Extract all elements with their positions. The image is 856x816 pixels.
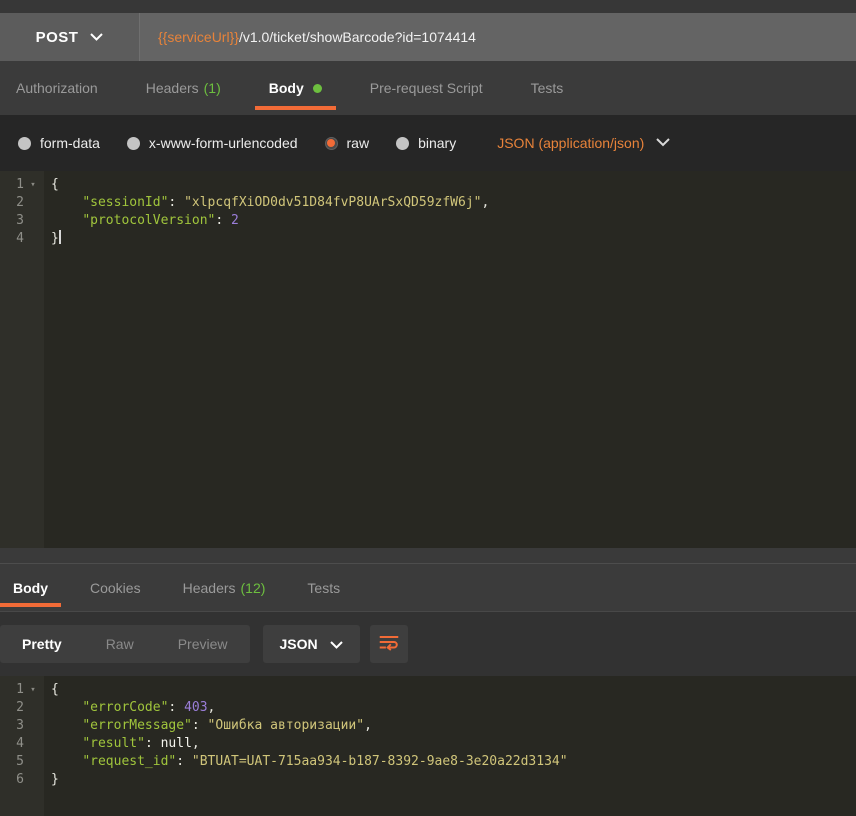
fold-gutter (24, 735, 42, 753)
tab-pre-request-script[interactable]: Pre-request Script (356, 61, 497, 115)
radio-raw[interactable]: raw (324, 135, 370, 151)
line-number: 3 (16, 718, 24, 733)
top-strip (0, 0, 856, 13)
fold-gutter (24, 230, 42, 248)
radio-selected-icon (324, 136, 338, 150)
line-number: 5 (16, 754, 24, 769)
tab-count: (1) (203, 80, 221, 96)
radio-label: raw (346, 135, 370, 151)
tab-body[interactable]: Body (254, 61, 336, 115)
method-select[interactable]: POST (0, 13, 140, 61)
method-label: POST (35, 28, 79, 46)
tab-label: Headers (145, 80, 199, 96)
response-tab-tests[interactable]: Tests (294, 564, 353, 611)
pane-resize-handle[interactable] (0, 548, 856, 564)
body-filled-dot-icon (312, 83, 322, 93)
tab-label: Headers (182, 579, 236, 596)
chevron-down-icon (656, 134, 670, 152)
radio-binary[interactable]: binary (396, 135, 456, 151)
content-type-select[interactable]: JSON (application/json) (497, 134, 670, 152)
fold-gutter (24, 753, 42, 771)
line-number: 1 (16, 682, 24, 697)
mode-preview-button[interactable]: Preview (156, 625, 250, 663)
tab-label: Pre-request Script (369, 80, 483, 96)
fold-gutter (24, 212, 42, 230)
radio-icon (126, 136, 140, 150)
radio-icon (18, 136, 31, 150)
line-number: 2 (16, 195, 24, 210)
tab-label: Body (13, 579, 48, 596)
tab-authorization[interactable]: Authorization (2, 61, 112, 115)
line-number: 3 (16, 213, 24, 228)
word-wrap-button[interactable] (369, 625, 408, 663)
request-url-bar: POST {{serviceUrl}}/v1.0/ticket/showBarc… (0, 13, 856, 61)
response-tabs: Body Cookies Headers (12) Tests (0, 564, 856, 612)
code-line: 5 "request_id": "BTUAT=UAT-715aa934-b187… (0, 753, 856, 771)
tab-count: (12) (240, 579, 266, 596)
code-line: 4 "result": null, (0, 735, 856, 753)
radio-label: binary (418, 135, 457, 151)
postman-window: POST {{serviceUrl}}/v1.0/ticket/showBarc… (0, 0, 856, 816)
line-number: 2 (16, 700, 24, 715)
radio-label: form-data (40, 135, 100, 151)
response-tab-headers[interactable]: Headers (12) (170, 564, 279, 611)
line-number: 1 (16, 177, 24, 192)
response-toolbar: Pretty Raw Preview JSON (0, 612, 856, 676)
radio-icon (396, 136, 410, 150)
word-wrap-icon (378, 631, 400, 658)
code-line: 6} (0, 771, 856, 789)
body-type-row: form-data x-www-form-urlencoded raw bina… (0, 115, 856, 171)
line-number: 4 (16, 231, 24, 246)
request-tabs: Authorization Headers (1) Body Pre-reque… (0, 61, 856, 115)
code-line: 2 "sessionId": "xlpcqfXiOD0dv51D84fvP8UA… (0, 194, 856, 212)
response-tab-cookies[interactable]: Cookies (77, 564, 154, 611)
request-body-editor[interactable]: 1 ▾{2 "sessionId": "xlpcqfXiOD0dv51D84fvP… (0, 171, 856, 548)
line-number: 4 (16, 736, 24, 751)
code-line: 3 "errorMessage": "Ошибка авторизации", (0, 717, 856, 735)
url-variable: {{serviceUrl}} (158, 29, 239, 45)
mode-raw-button[interactable]: Raw (84, 625, 156, 663)
tab-headers[interactable]: Headers (1) (132, 61, 235, 115)
tab-label: Authorization (16, 80, 98, 96)
radio-form-data[interactable]: form-data (18, 135, 100, 151)
content-type-label: JSON (application/json) (497, 135, 645, 151)
url-input[interactable]: {{serviceUrl}}/v1.0/ticket/showBarcode?i… (140, 13, 856, 61)
fold-gutter (24, 194, 42, 212)
fold-gutter (24, 771, 42, 789)
chevron-down-icon (329, 636, 343, 652)
format-select[interactable]: JSON (262, 625, 360, 663)
response-body-editor[interactable]: 1 ▾{2 "errorCode": 403, 3 "errorMessage": … (0, 676, 856, 816)
code-line: 2 "errorCode": 403, (0, 699, 856, 717)
line-number: 6 (16, 772, 24, 787)
view-mode-group: Pretty Raw Preview (0, 625, 250, 663)
code-line: 3 "protocolVersion": 2 (0, 212, 856, 230)
url-path: /v1.0/ticket/showBarcode?id=1074414 (238, 29, 476, 45)
radio-x-www-form-urlencoded[interactable]: x-www-form-urlencoded (126, 135, 298, 151)
text-cursor (58, 230, 61, 244)
tab-label: Tests (530, 80, 564, 96)
tab-tests[interactable]: Tests (517, 61, 578, 115)
format-label: JSON (279, 636, 318, 652)
chevron-down-icon (90, 28, 104, 46)
tab-label: Body (268, 80, 304, 96)
radio-label: x-www-form-urlencoded (148, 135, 298, 151)
code-line: 1 ▾{ (0, 176, 856, 194)
fold-arrow-icon[interactable]: ▾ (24, 681, 42, 699)
response-tab-body[interactable]: Body (0, 564, 61, 611)
fold-gutter (24, 717, 42, 735)
mode-pretty-button[interactable]: Pretty (0, 625, 84, 663)
fold-gutter (24, 699, 42, 717)
code-line: 1 ▾{ (0, 681, 856, 699)
tab-label: Tests (307, 579, 341, 596)
tab-label: Cookies (90, 579, 141, 596)
code-line: 4} (0, 230, 856, 248)
fold-arrow-icon[interactable]: ▾ (24, 176, 42, 194)
